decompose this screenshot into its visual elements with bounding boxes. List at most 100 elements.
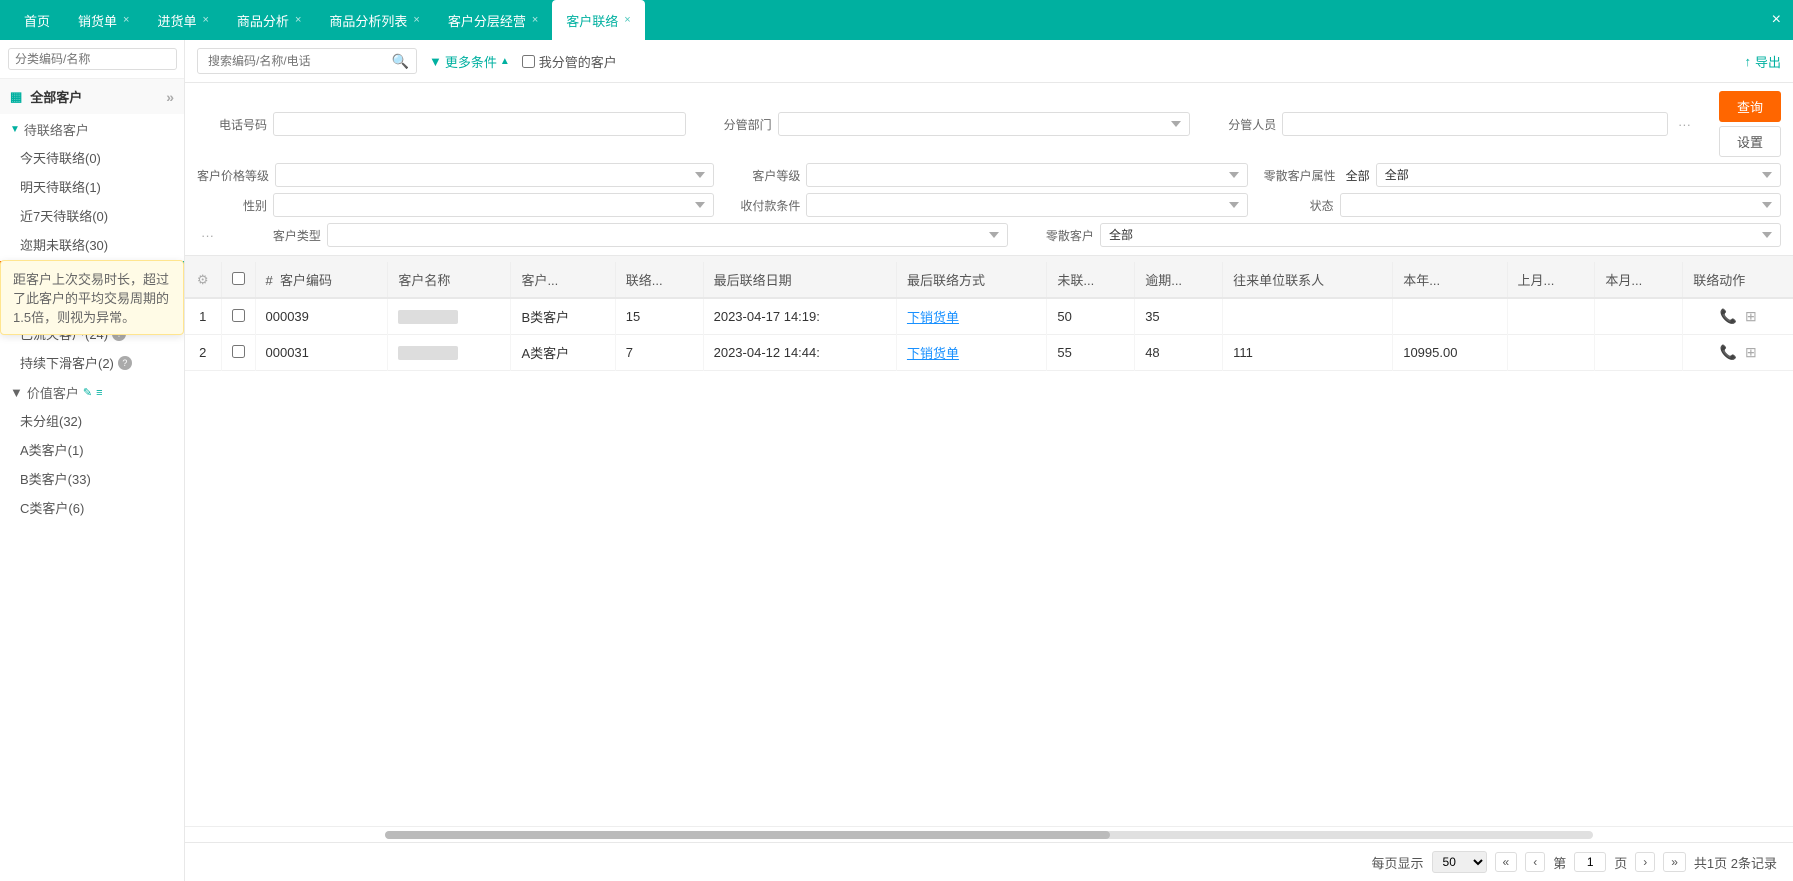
sidebar-item-7days[interactable]: 近7天待联络(0) [0,201,184,230]
customer-level-select[interactable] [806,163,1247,187]
retail-customer-select[interactable]: 全部 [1100,223,1781,247]
sidebar-value-customers-header[interactable]: ▼ 价值客户 ✎ ≡ [0,377,184,406]
sidebar-item-declining[interactable]: 持续下滑客户(2) ? [0,348,184,377]
nav-item-home[interactable]: 首页 [10,0,64,40]
scroll-thumb[interactable] [385,831,1110,839]
per-page-select[interactable]: 50 20 100 [1432,851,1487,873]
nav-item-customer-layer[interactable]: 客户分层经营 × [434,0,552,40]
last-page-button[interactable]: » [1663,852,1686,872]
sidebar-item-unclassified[interactable]: 未分组(32) [0,406,184,435]
row2-last-method[interactable]: 下销货单 [896,335,1046,371]
filter-person-field: 分管人员 ··· [1206,112,1695,136]
row1-phone-icon[interactable]: 📞 [1720,308,1737,325]
col-header-code[interactable]: # 客户编码 [255,262,388,298]
sidebar-search-icon[interactable]: 🔍 [183,51,185,68]
select-all-checkbox[interactable] [232,272,245,285]
row2-contact-count: 7 [615,335,703,371]
top-nav: 首页 销货单 × 进货单 × 商品分析 × 商品分析列表 × 客户分层经营 × … [0,0,1793,40]
col-header-level[interactable]: 客户... [511,262,615,298]
customer-type-select[interactable] [327,223,1008,247]
status-select[interactable] [1340,193,1781,217]
current-page-input[interactable] [1574,852,1606,872]
list-icon[interactable]: ≡ [96,387,102,399]
my-customers-checkbox[interactable] [522,55,535,68]
col-header-last-month[interactable]: 上月... [1507,262,1595,298]
edit-icon[interactable]: ✎ [83,386,92,399]
sidebar-item-b-class[interactable]: B类客户(33) [0,464,184,493]
close-customer-layer-icon[interactable]: × [532,14,538,26]
retail-attr-select[interactable]: 全部 [1376,163,1781,187]
prev-page-button[interactable]: ‹ [1525,852,1545,872]
table-row: 2 000031 A类客户 7 2023-04-12 14:44: 下 [185,335,1793,371]
close-analysis-list-icon[interactable]: × [413,14,419,26]
person-dots-button[interactable]: ··· [1674,117,1695,132]
window-close-button[interactable]: × [1772,11,1781,29]
sidebar-item-today[interactable]: 今天待联络(0) [0,143,184,172]
nav-item-analysis[interactable]: 商品分析 × [223,0,315,40]
sidebar-collapse-button[interactable]: » [166,89,174,105]
row1-name [388,298,511,335]
export-button[interactable]: ↑ 导出 [1744,52,1781,71]
row2-not-contacted: 55 [1047,335,1135,371]
close-analysis-icon[interactable]: × [295,14,301,26]
settings-button[interactable]: 设置 [1719,126,1781,157]
sidebar-item-tomorrow[interactable]: 明天待联络(1) [0,172,184,201]
row1-select-checkbox[interactable] [232,309,245,322]
close-purchase-icon[interactable]: × [202,14,208,26]
sidebar-search-input[interactable] [8,48,177,70]
row1-more-icon[interactable]: ⊞ [1745,308,1757,325]
col-header-last-date[interactable]: 最后联络日期 [703,262,896,298]
search-input[interactable] [197,48,417,74]
sidebar-item-not-contacted[interactable]: 迩期未联络(30) [0,230,184,259]
dept-select[interactable] [778,112,1191,136]
col-header-this-month[interactable]: 本月... [1595,262,1683,298]
row2-action: 📞 ⊞ [1683,335,1793,371]
my-customers-checkbox-label[interactable]: 我分管的客户 [522,52,617,71]
row1-checkbox[interactable] [221,298,255,335]
close-sales-icon[interactable]: × [123,14,129,26]
first-page-button[interactable]: « [1495,852,1518,872]
row1-last-method[interactable]: 下销货单 [896,298,1046,335]
gender-select[interactable] [273,193,714,217]
more-conditions-button[interactable]: ▼ 更多条件 ▲ [429,52,510,71]
row2-more-icon[interactable]: ⊞ [1745,344,1757,361]
row1-last-date: 2023-04-17 14:19: [703,298,896,335]
filter-retail-attr-field: 零散客户属性 全部 全部 [1264,163,1781,187]
filter-icon: ▼ [429,54,442,69]
price-level-select[interactable] [275,163,714,187]
sidebar-section-waiting[interactable]: ▼ 待联络客户 [0,114,184,143]
search-button-icon[interactable]: 🔍 [392,53,409,70]
row2-phone-icon[interactable]: 📞 [1720,344,1737,361]
row1-level: B类客户 [511,298,615,335]
more-fields-dots[interactable]: ··· [197,228,218,243]
col-header-contact-count[interactable]: 联络... [615,262,703,298]
row2-checkbox[interactable] [221,335,255,371]
nav-item-purchase[interactable]: 进货单 × [143,0,222,40]
nav-item-customer-contact[interactable]: 客户联络 × [552,0,644,40]
table-gear-icon[interactable]: ⚙ [197,272,209,287]
table-settings-col[interactable]: ⚙ [185,262,221,298]
close-customer-contact-icon[interactable]: × [624,14,630,26]
col-header-last-method[interactable]: 最后联络方式 [896,262,1046,298]
col-header-this-year[interactable]: 本年... [1393,262,1507,298]
next-page-button[interactable]: › [1635,852,1655,872]
row2-select-checkbox[interactable] [232,345,245,358]
query-button[interactable]: 查询 [1719,91,1781,122]
col-header-name[interactable]: 客户名称 [388,262,511,298]
filter-price-level-field: 客户价格等级 [197,163,714,187]
chevron-icon: ▲ [500,56,510,67]
payment-select[interactable] [806,193,1247,217]
sidebar-item-c-class[interactable]: C类客户(6) [0,493,184,522]
filter-status-field: 状态 [1264,193,1781,217]
sidebar-all-customers-header[interactable]: ▦ 全部客户 » [0,79,184,114]
sidebar-item-a-class[interactable]: A类客户(1) [0,435,184,464]
col-header-overdue[interactable]: 逾期... [1135,262,1223,298]
person-input[interactable] [1282,112,1668,136]
nav-item-sales[interactable]: 销货单 × [64,0,143,40]
horizontal-scrollbar[interactable] [185,826,1793,842]
nav-item-analysis-list[interactable]: 商品分析列表 × [315,0,433,40]
phone-input[interactable] [273,112,686,136]
row2-code: 000031 [255,335,388,371]
col-header-not-contacted[interactable]: 未联... [1047,262,1135,298]
col-header-contact-person[interactable]: 往来单位联系人 [1223,262,1393,298]
